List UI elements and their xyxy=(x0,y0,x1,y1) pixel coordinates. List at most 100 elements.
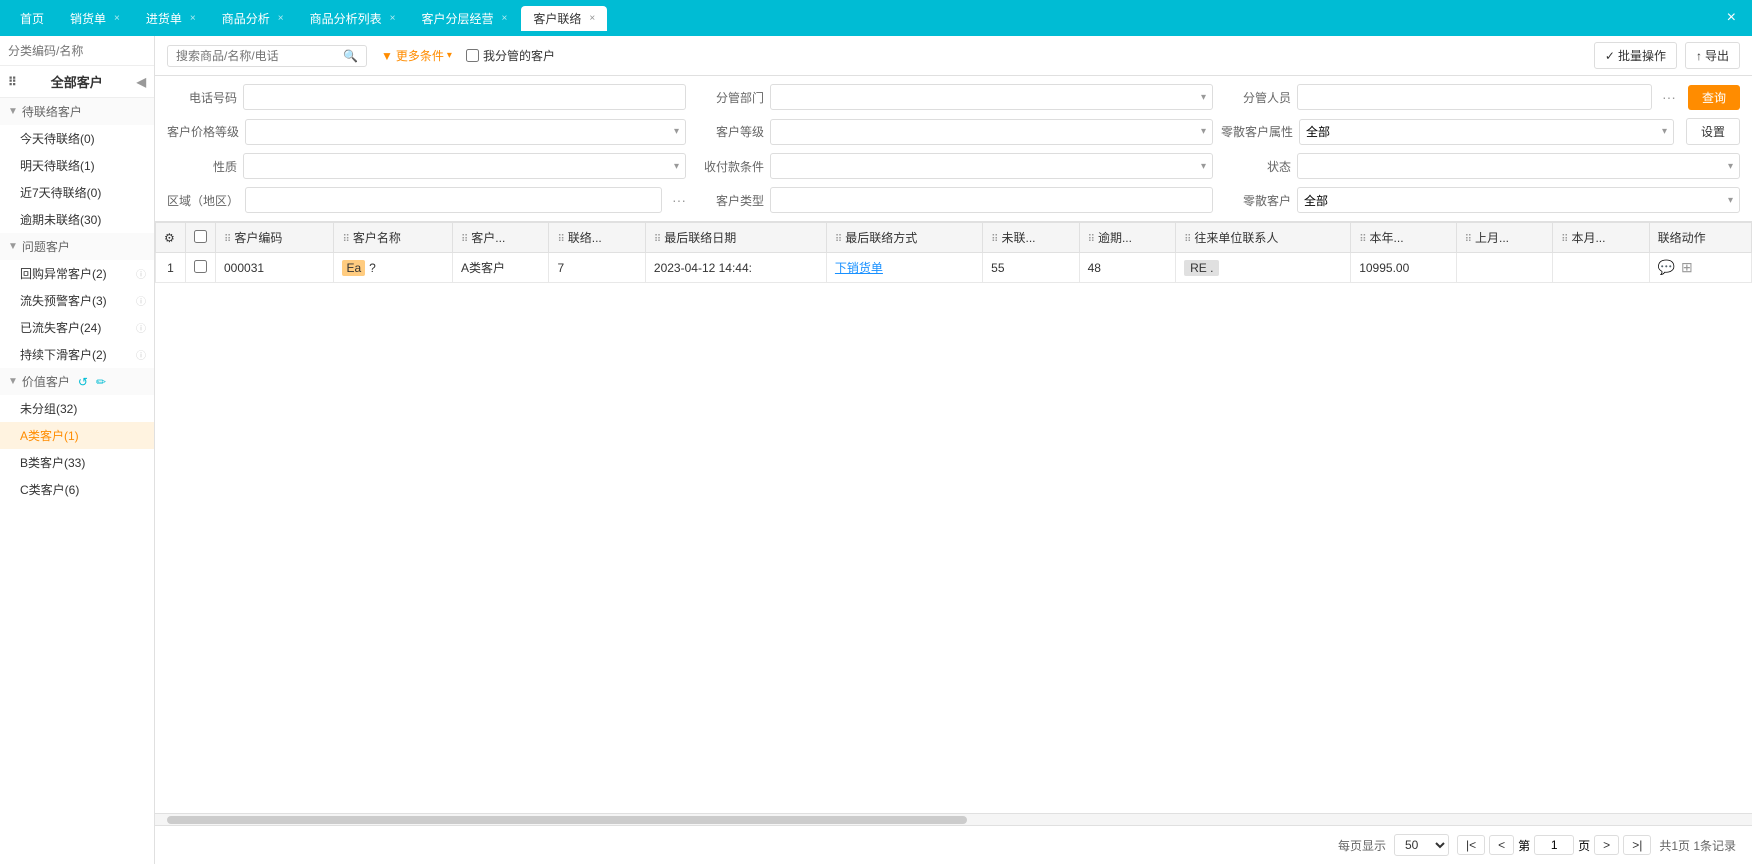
scatter-select[interactable]: 全部 ▾ xyxy=(1297,187,1740,213)
row-checkbox[interactable] xyxy=(194,260,207,273)
col-gear[interactable]: ⚙ xyxy=(156,223,186,253)
status-label: 状态 xyxy=(1221,158,1291,175)
window-close-button[interactable]: × xyxy=(1719,5,1744,31)
sidebar-item-week-pending[interactable]: 近7天待联络(0) xyxy=(0,179,154,206)
sidebar-item-class-c[interactable]: C类客户(6) xyxy=(0,476,154,503)
nav-goods-analysis[interactable]: 商品分析 × xyxy=(210,6,296,31)
batch-op-icon: ✓ xyxy=(1605,49,1615,63)
export-label: 导出 xyxy=(1705,47,1729,64)
col-contact-person[interactable]: ⠿往来单位联系人 xyxy=(1176,223,1351,253)
row-checkbox-cell[interactable] xyxy=(186,253,216,283)
nav-purchase[interactable]: 进货单 × xyxy=(134,6,208,31)
col-last-date[interactable]: ⠿最后联络日期 xyxy=(645,223,826,253)
dept-filter-select[interactable]: ▾ xyxy=(770,84,1213,110)
nav-customer-layer-close[interactable]: × xyxy=(501,13,507,24)
setting-button[interactable]: 设置 xyxy=(1686,118,1740,145)
sidebar-collapse-button[interactable]: ◀ xyxy=(137,75,146,89)
scroll-thumb[interactable] xyxy=(167,816,967,824)
col-last-month-label: 上月... xyxy=(1475,231,1509,245)
col-last-method[interactable]: ⠿最后联络方式 xyxy=(826,223,982,253)
prev-page-button[interactable]: < xyxy=(1489,835,1514,855)
first-page-button[interactable]: |< xyxy=(1457,835,1485,855)
last-method-link[interactable]: 下销货单 xyxy=(835,261,883,275)
my-customers-checkbox[interactable] xyxy=(466,49,479,62)
sidebar-item-today-pending[interactable]: 今天待联络(0) xyxy=(0,125,154,152)
last-page-button[interactable]: >| xyxy=(1623,835,1651,855)
horizontal-scrollbar[interactable] xyxy=(155,813,1752,825)
col-contact-person-label: 往来单位联系人 xyxy=(1194,231,1278,245)
col-checkbox[interactable] xyxy=(186,223,216,253)
qr-action-icon[interactable]: ⊞ xyxy=(1681,259,1693,276)
col-current-year[interactable]: ⠿本年... xyxy=(1351,223,1456,253)
more-filters-button[interactable]: ▼ 更多条件 ▾ xyxy=(375,44,458,67)
phone-filter-input[interactable] xyxy=(243,84,686,110)
sidebar-all-customers[interactable]: ⠿ 全部客户 ◀ xyxy=(0,66,154,98)
nav-goods-list-close[interactable]: × xyxy=(390,13,396,24)
next-page-button[interactable]: > xyxy=(1594,835,1619,855)
nav-customer-layer[interactable]: 客户分层经营 × xyxy=(409,6,519,31)
scatter-attr-select[interactable]: 全部 ▾ xyxy=(1299,119,1674,145)
sidebar-group-value-title[interactable]: ▼ 价值客户 ↺ ✏ xyxy=(0,368,154,395)
col-overdue[interactable]: ⠿逾期... xyxy=(1079,223,1175,253)
problem-group-label: 问题客户 xyxy=(22,238,70,255)
search-box[interactable]: 🔍 xyxy=(167,45,367,67)
col-level[interactable]: ⠿客户... xyxy=(452,223,548,253)
region-dots-button[interactable]: ··· xyxy=(672,192,686,208)
nav-sales[interactable]: 销货单 × xyxy=(58,6,132,31)
col-current-month[interactable]: ⠿本月... xyxy=(1553,223,1649,253)
row-overdue: 48 xyxy=(1079,253,1175,283)
sidebar-item-lost[interactable]: 已流失客户(24) ⓘ xyxy=(0,314,154,341)
page-number-input[interactable] xyxy=(1534,835,1574,855)
sidebar-item-tomorrow-pending[interactable]: 明天待联络(1) xyxy=(0,152,154,179)
sidebar-item-declining[interactable]: 持续下滑客户(2) ⓘ xyxy=(0,341,154,368)
nav-purchase-close[interactable]: × xyxy=(190,13,196,24)
nav-goods-list[interactable]: 商品分析列表 × xyxy=(298,6,408,31)
sidebar-item-class-b[interactable]: B类客户(33) xyxy=(0,449,154,476)
value-group-refresh-icon[interactable]: ↺ xyxy=(78,375,88,389)
sidebar-group-pending-title[interactable]: ▼ 待联络客户 xyxy=(0,98,154,125)
price-level-select[interactable]: ▾ xyxy=(245,119,686,145)
customer-type-input[interactable] xyxy=(770,187,1213,213)
payment-select[interactable]: ▾ xyxy=(770,153,1213,179)
row-last-method[interactable]: 下销货单 xyxy=(826,253,982,283)
sidebar-item-ungrouped[interactable]: 未分组(32) xyxy=(0,395,154,422)
customer-level-select[interactable]: ▾ xyxy=(770,119,1213,145)
region-input[interactable] xyxy=(245,187,662,213)
query-button[interactable]: 查询 xyxy=(1688,85,1740,110)
export-button[interactable]: ↑ 导出 xyxy=(1685,42,1740,69)
sidebar-item-loss-warning[interactable]: 流失预警客户(3) ⓘ xyxy=(0,287,154,314)
col-last-month[interactable]: ⠿上月... xyxy=(1456,223,1552,253)
col-contact-count[interactable]: ⠿联络... xyxy=(549,223,645,253)
nav-sales-close[interactable]: × xyxy=(114,13,120,24)
page-size-label: 每页显示 xyxy=(1338,837,1386,854)
col-code[interactable]: ⠿客户编码 xyxy=(216,223,334,253)
status-select[interactable]: ▾ xyxy=(1297,153,1740,179)
batch-op-button[interactable]: ✓ 批量操作 xyxy=(1594,42,1677,69)
sidebar-item-repurchase-abnormal[interactable]: 回购异常客户(2) ⓘ xyxy=(0,260,154,287)
col-name[interactable]: ⠿客户名称 xyxy=(334,223,452,253)
nav-home[interactable]: 首页 xyxy=(8,6,56,31)
nav-sales-label: 销货单 xyxy=(70,10,106,27)
row-name-extra: ? xyxy=(369,261,376,275)
nav-customer-contact[interactable]: 客户联络 × xyxy=(521,6,607,31)
total-records-label: 共1页 1条记录 xyxy=(1659,837,1736,854)
col-no-contact[interactable]: ⠿未联... xyxy=(983,223,1079,253)
search-input[interactable] xyxy=(176,49,339,63)
manager-dots-button[interactable]: ··· xyxy=(1662,89,1676,105)
sidebar-group-problem: ▼ 问题客户 回购异常客户(2) ⓘ 流失预警客户(3) ⓘ 已流失客户(24)… xyxy=(0,233,154,368)
nav-customer-contact-close[interactable]: × xyxy=(589,13,595,24)
nav-goods-analysis-close[interactable]: × xyxy=(278,13,284,24)
page-size-select[interactable]: 50 100 200 xyxy=(1394,834,1449,856)
sidebar-search-input[interactable] xyxy=(8,44,155,58)
chat-action-icon[interactable]: 💬 xyxy=(1658,259,1675,276)
sidebar-item-overdue[interactable]: 逾期未联络(30) xyxy=(0,206,154,233)
scatter-label: 零散客户 xyxy=(1221,192,1291,209)
value-group-edit-icon[interactable]: ✏ xyxy=(96,375,106,389)
my-customers-checkbox-label[interactable]: 我分管的客户 xyxy=(466,47,555,64)
sidebar-item-class-a[interactable]: A类客户(1) xyxy=(0,422,154,449)
sidebar-group-problem-title[interactable]: ▼ 问题客户 xyxy=(0,233,154,260)
select-all-checkbox[interactable] xyxy=(194,230,207,243)
manager-filter-input[interactable] xyxy=(1297,84,1652,110)
toolbar-search-icon[interactable]: 🔍 xyxy=(343,49,358,63)
nature-select[interactable]: ▾ xyxy=(243,153,686,179)
